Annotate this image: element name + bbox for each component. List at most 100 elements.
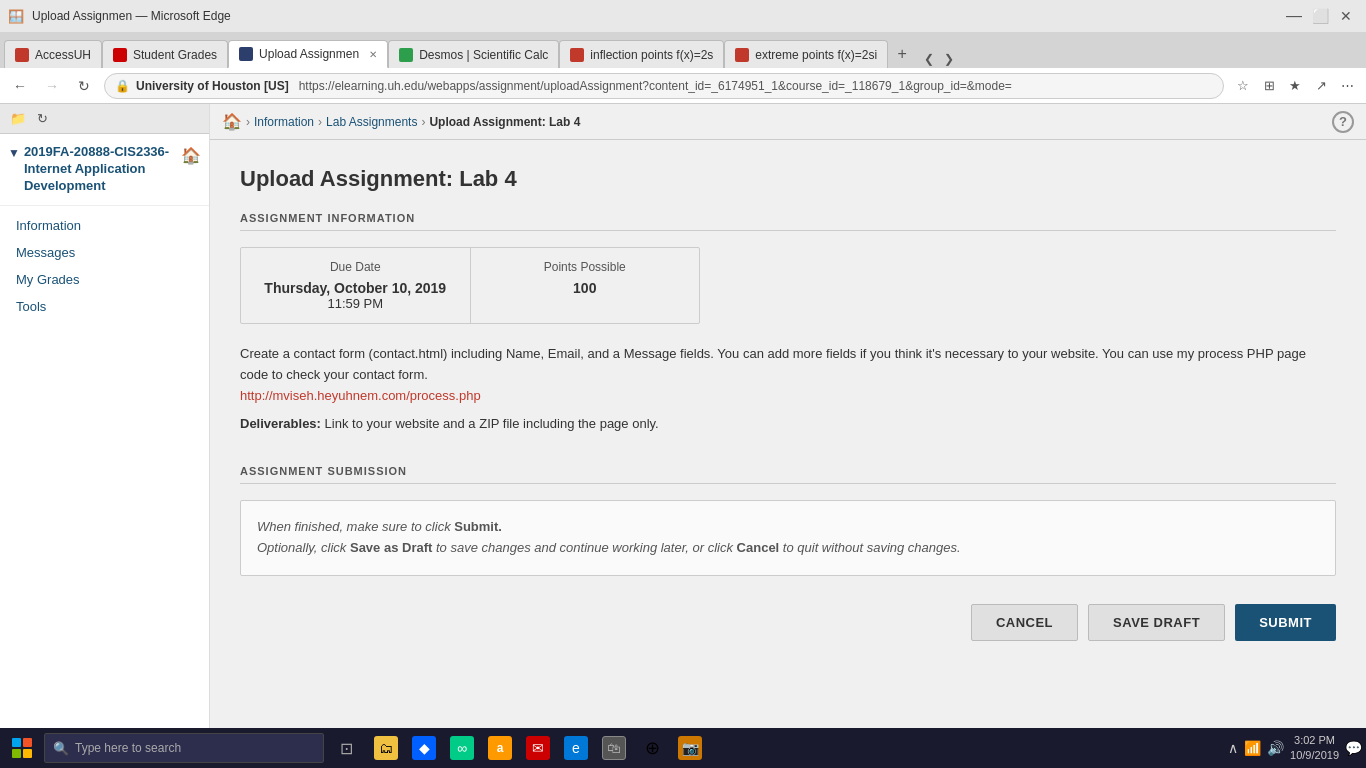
notification-icon[interactable]: 💬 — [1345, 740, 1362, 756]
forward-button[interactable]: → — [40, 74, 64, 98]
help-button[interactable]: ? — [1332, 111, 1354, 133]
breadcrumb-information[interactable]: Information — [254, 115, 314, 129]
tab-extreme[interactable]: extreme points f(x)=2si — [724, 40, 888, 68]
address-bar: ← → ↻ 🔒 University of Houston [US] https… — [0, 68, 1366, 104]
window-icon: 🪟 — [8, 9, 24, 24]
due-date-cell: Due Date Thursday, October 10, 2019 11:5… — [241, 248, 470, 323]
back-button[interactable]: ← — [8, 74, 32, 98]
sidebar: 📁 ↻ ▼ 2019FA-20888-CIS2336-Internet Appl… — [0, 104, 210, 728]
sidebar-item-information[interactable]: Information — [0, 212, 209, 239]
course-collapse-arrow[interactable]: ▼ — [8, 146, 20, 160]
assignment-info-grid: Due Date Thursday, October 10, 2019 11:5… — [240, 247, 700, 324]
page-title: Upload Assignment: Lab 4 — [240, 160, 1336, 192]
tab-favicon-desmos — [399, 48, 413, 62]
process-php-link[interactable]: http://mviseh.heyuhnem.com/process.php — [240, 388, 481, 403]
tab-label-student-grades: Student Grades — [133, 48, 217, 62]
due-date-label: Due Date — [257, 260, 454, 274]
tab-student-grades[interactable]: Student Grades — [102, 40, 228, 68]
taskbar-search[interactable]: 🔍 Type here to search — [44, 733, 324, 763]
breadcrumb-lab-assignments[interactable]: Lab Assignments — [326, 115, 417, 129]
address-bar-icons: ☆ ⊞ ★ ↗ ⋯ — [1232, 75, 1358, 97]
main-panel: 🏠 › Information › Lab Assignments › Uplo… — [210, 104, 1366, 728]
tab-label-desmos: Desmos | Scientific Calc — [419, 48, 548, 62]
sidebar-item-tools[interactable]: Tools — [0, 293, 209, 320]
search-icon: 🔍 — [53, 741, 69, 756]
lock-icon: 🔒 — [115, 79, 130, 93]
breadcrumb-sep-1: › — [246, 115, 250, 129]
save-draft-button[interactable]: SAVE DRAFT — [1088, 604, 1225, 641]
tray-up-arrow[interactable]: ∧ — [1228, 740, 1238, 756]
tab-label-extreme: extreme points f(x)=2si — [755, 48, 877, 62]
sidebar-refresh-icon[interactable]: ↻ — [32, 109, 52, 129]
course-home-icon[interactable]: 🏠 — [181, 146, 201, 165]
submission-instruction3: to save changes and continue working lat… — [432, 540, 736, 555]
submission-instruction2: Optionally, click — [257, 540, 350, 555]
email-icon[interactable]: ✉ — [520, 730, 556, 766]
sidebar-nav-links: Information Messages My Grades Tools — [0, 206, 209, 326]
camera-icon[interactable]: 📷 — [672, 730, 708, 766]
reader-icon[interactable]: ⊞ — [1258, 75, 1280, 97]
clock-date: 10/9/2019 — [1290, 748, 1339, 763]
tabs-bar: AccessUH Student Grades Upload Assignmen… — [0, 32, 1366, 68]
submission-instruction1: When finished, make sure to click — [257, 519, 454, 534]
tab-upload-assignment[interactable]: Upload Assignmen ✕ — [228, 40, 388, 68]
store-icon[interactable]: 🛍 — [596, 730, 632, 766]
cancel-button[interactable]: CANCEL — [971, 604, 1078, 641]
submission-cancel-bold: Cancel — [737, 540, 780, 555]
submission-text: When finished, make sure to click Submit… — [257, 517, 1319, 559]
address-field[interactable]: 🔒 University of Houston [US] https://ele… — [104, 73, 1224, 99]
sidebar-item-messages[interactable]: Messages — [0, 239, 209, 266]
deliverables: Deliverables: Link to your website and a… — [240, 414, 1336, 435]
edge-icon[interactable]: e — [558, 730, 594, 766]
maximize-btn[interactable]: ⬜ — [1308, 4, 1332, 28]
hub-icon[interactable]: ★ — [1284, 75, 1306, 97]
tab-favicon-extreme — [735, 48, 749, 62]
amazon-icon[interactable]: a — [482, 730, 518, 766]
tab-desmos[interactable]: Desmos | Scientific Calc — [388, 40, 559, 68]
tab-prev-btn[interactable]: ❮ — [920, 50, 938, 68]
tab-accessuh[interactable]: AccessUH — [4, 40, 102, 68]
tab-favicon-inflection — [570, 48, 584, 62]
submission-save-bold: Save as Draft — [350, 540, 432, 555]
more-icon[interactable]: ⋯ — [1336, 75, 1358, 97]
due-date-value: Thursday, October 10, 2019 — [257, 280, 454, 296]
assignment-description: Create a contact form (contact.html) inc… — [240, 344, 1336, 406]
loop-icon[interactable]: ∞ — [444, 730, 480, 766]
tab-next-btn[interactable]: ❯ — [940, 50, 958, 68]
action-buttons: CANCEL SAVE DRAFT SUBMIT — [240, 592, 1336, 641]
breadcrumb-bar: 🏠 › Information › Lab Assignments › Uplo… — [210, 104, 1366, 140]
chrome-icon[interactable]: ⊕ — [634, 730, 670, 766]
assignment-info-header: ASSIGNMENT INFORMATION — [240, 212, 1336, 231]
breadcrumb-home-icon[interactable]: 🏠 — [222, 112, 242, 131]
sidebar-item-my-grades[interactable]: My Grades — [0, 266, 209, 293]
sidebar-folder-icon[interactable]: 📁 — [8, 109, 28, 129]
breadcrumb-sep-2: › — [318, 115, 322, 129]
submission-instruction4: to quit without saving changes. — [779, 540, 960, 555]
tab-favicon-upload — [239, 47, 253, 61]
tab-label-inflection: inflection points f(x)=2s — [590, 48, 713, 62]
address-url: https://elearning.uh.edu/webapps/assignm… — [299, 79, 1213, 93]
share-icon[interactable]: ↗ — [1310, 75, 1332, 97]
tab-close-upload[interactable]: ✕ — [369, 49, 377, 60]
refresh-button[interactable]: ↻ — [72, 74, 96, 98]
submit-button[interactable]: SUBMIT — [1235, 604, 1336, 641]
points-label: Points Possible — [487, 260, 684, 274]
task-view-icon[interactable]: ⊡ — [328, 730, 364, 766]
new-tab-button[interactable]: + — [888, 40, 916, 68]
file-explorer-icon[interactable]: 🗂 — [368, 730, 404, 766]
points-cell: Points Possible 100 — [470, 248, 700, 323]
main-scrollable: Upload Assignment: Lab 4 ASSIGNMENT INFO… — [210, 140, 1366, 728]
assignment-submission-header: ASSIGNMENT SUBMISSION — [240, 465, 1336, 484]
system-tray: ∧ 📶 🔊 3:02 PM 10/9/2019 💬 — [1228, 733, 1362, 764]
start-button[interactable] — [4, 730, 40, 766]
close-btn[interactable]: ✕ — [1334, 4, 1358, 28]
deliverables-text: Link to your website and a ZIP file incl… — [325, 416, 659, 431]
tray-sound-icon[interactable]: 🔊 — [1267, 740, 1284, 756]
system-clock[interactable]: 3:02 PM 10/9/2019 — [1290, 733, 1339, 764]
tray-network-icon[interactable]: 📶 — [1244, 740, 1261, 756]
tab-inflection[interactable]: inflection points f(x)=2s — [559, 40, 724, 68]
dropbox-icon[interactable]: ◆ — [406, 730, 442, 766]
minimize-btn[interactable]: — — [1282, 4, 1306, 28]
star-icon[interactable]: ☆ — [1232, 75, 1254, 97]
content-area: 📁 ↻ ▼ 2019FA-20888-CIS2336-Internet Appl… — [0, 104, 1366, 728]
